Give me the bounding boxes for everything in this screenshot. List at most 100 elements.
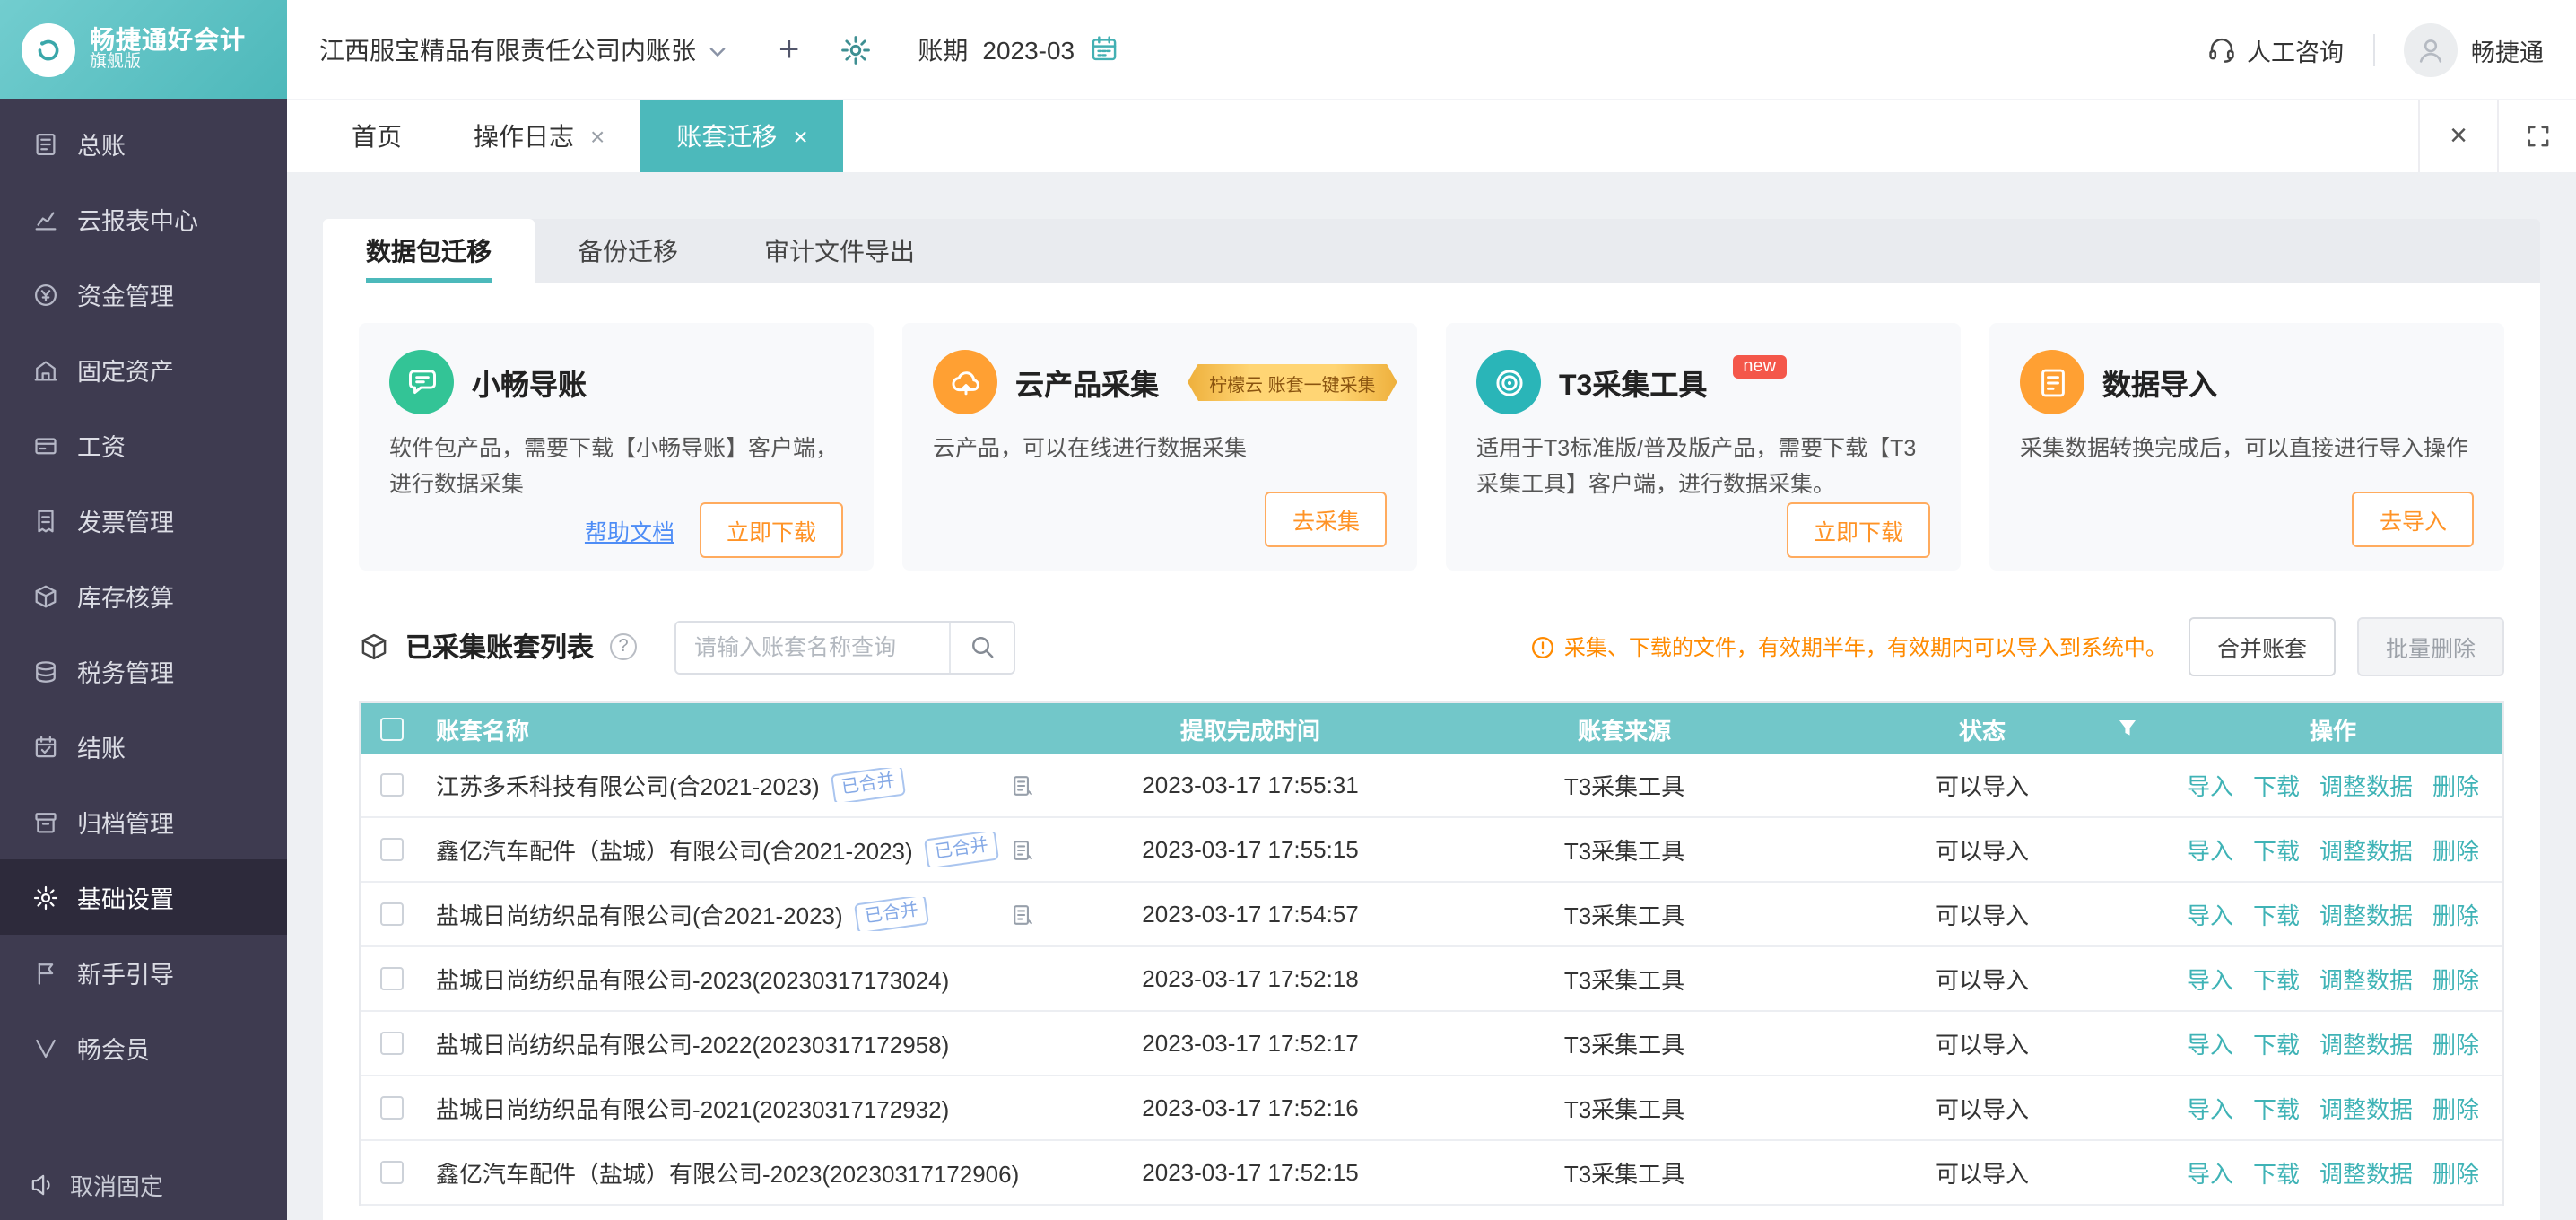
- adjust-data-link[interactable]: 调整数据: [2319, 832, 2413, 867]
- main-content: 数据包迁移 备份迁移 审计文件导出 小畅导账 软件包产品，需要下载【小畅导账】客…: [287, 172, 2576, 1220]
- row-checkbox[interactable]: [379, 773, 403, 797]
- row-checkbox[interactable]: [379, 1096, 403, 1120]
- sidebar-item-tax[interactable]: 税务管理: [0, 633, 287, 709]
- import-link[interactable]: 导入: [2187, 962, 2233, 996]
- tab-data-package-migration[interactable]: 数据包迁移: [323, 219, 535, 283]
- adjust-data-link[interactable]: 调整数据: [2319, 1026, 2413, 1060]
- tab-backup-migration[interactable]: 备份迁移: [535, 219, 721, 283]
- row-checkbox[interactable]: [379, 1032, 403, 1055]
- headset-icon: [2206, 34, 2236, 65]
- tab-operation-log[interactable]: 操作日志 ×: [438, 100, 640, 172]
- download-link[interactable]: 下载: [2253, 897, 2300, 931]
- download-now-button[interactable]: 立即下载: [699, 502, 843, 558]
- card-description: 软件包产品，需要下载【小畅导账】客户端，进行数据采集: [389, 436, 839, 497]
- sidebar-item-closing[interactable]: 结账: [0, 709, 287, 784]
- sidebar-item-label: 归档管理: [77, 811, 174, 838]
- download-link[interactable]: 下载: [2253, 1091, 2300, 1125]
- adjust-data-link[interactable]: 调整数据: [2319, 1091, 2413, 1125]
- file-detail-icon[interactable]: [1010, 772, 1035, 797]
- delete-link[interactable]: 删除: [2432, 1091, 2479, 1125]
- sidebar-item-label: 云报表中心: [77, 208, 198, 235]
- unpin-sidebar-button[interactable]: 取消固定: [0, 1148, 287, 1220]
- status-text: 可以导入: [1935, 1032, 2029, 1059]
- table-row: 江苏多禾科技有限公司(合2021-2023) 已合并 2023-03-17 17…: [361, 754, 2502, 818]
- file-detail-icon[interactable]: [1010, 837, 1035, 862]
- company-selector[interactable]: 江西服宝精品有限责任公司内账张: [319, 31, 728, 67]
- import-link[interactable]: 导入: [2187, 832, 2233, 867]
- edition-badge: 旗舰版: [90, 52, 142, 73]
- adjust-data-link[interactable]: 调整数据: [2319, 1155, 2413, 1190]
- go-import-button[interactable]: 去导入: [2352, 492, 2474, 547]
- table-row: 鑫亿汽车配件（盐城）有限公司(合2021-2023) 已合并 2023-03-1…: [361, 818, 2502, 883]
- import-link[interactable]: 导入: [2187, 768, 2233, 802]
- download-now-button[interactable]: 立即下载: [1786, 502, 1930, 558]
- close-icon[interactable]: ×: [793, 124, 807, 149]
- period-value[interactable]: 2023-03: [982, 35, 1075, 64]
- delete-link[interactable]: 删除: [2432, 1155, 2479, 1190]
- divider: [2372, 33, 2374, 65]
- sidebar-item-basic-settings[interactable]: 基础设置: [0, 859, 287, 935]
- unpin-icon: [29, 1171, 56, 1198]
- chevron-down-icon: [707, 40, 728, 62]
- sidebar-item-cloud-reports[interactable]: 云报表中心: [0, 181, 287, 257]
- merged-stamp: 已合并: [923, 832, 999, 867]
- tab-audit-file-export[interactable]: 审计文件导出: [721, 219, 958, 283]
- sidebar-item-archive[interactable]: 归档管理: [0, 784, 287, 859]
- gear-icon[interactable]: [839, 33, 871, 65]
- download-link[interactable]: 下载: [2253, 768, 2300, 802]
- adjust-data-link[interactable]: 调整数据: [2319, 897, 2413, 931]
- adjust-data-link[interactable]: 调整数据: [2319, 768, 2413, 802]
- calendar-icon[interactable]: [1089, 34, 1119, 65]
- delete-link[interactable]: 删除: [2432, 768, 2479, 802]
- merge-account-sets-button[interactable]: 合并账套: [2188, 617, 2336, 676]
- filter-icon[interactable]: [2117, 718, 2138, 739]
- help-doc-link[interactable]: 帮助文档: [585, 513, 674, 547]
- download-link[interactable]: 下载: [2253, 962, 2300, 996]
- support-label: 人工咨询: [2247, 39, 2344, 65]
- unpin-label: 取消固定: [70, 1172, 164, 1199]
- cloud-upload-icon: [933, 350, 997, 414]
- delete-link[interactable]: 删除: [2432, 897, 2479, 931]
- tab-account-migration[interactable]: 账套迁移 ×: [640, 100, 844, 172]
- delete-link[interactable]: 删除: [2432, 962, 2479, 996]
- help-icon[interactable]: ?: [610, 633, 638, 660]
- search-button[interactable]: [949, 622, 1014, 672]
- row-checkbox[interactable]: [379, 1161, 403, 1184]
- fullscreen-icon[interactable]: [2497, 100, 2576, 172]
- download-link[interactable]: 下载: [2253, 1155, 2300, 1190]
- add-button[interactable]: +: [779, 31, 799, 67]
- adjust-data-link[interactable]: 调整数据: [2319, 962, 2413, 996]
- sidebar-item-label: 基础设置: [77, 886, 174, 913]
- sidebar-item-salary[interactable]: 工资: [0, 407, 287, 483]
- user-menu[interactable]: 畅捷通: [2403, 22, 2544, 76]
- delete-link[interactable]: 删除: [2432, 1026, 2479, 1060]
- tab-home[interactable]: 首页: [316, 100, 438, 172]
- close-icon[interactable]: ×: [590, 124, 605, 149]
- file-detail-icon[interactable]: [1010, 902, 1035, 927]
- row-checkbox[interactable]: [379, 838, 403, 861]
- row-checkbox[interactable]: [379, 902, 403, 926]
- download-link[interactable]: 下载: [2253, 1026, 2300, 1060]
- list-title: 已采集账套列表: [405, 633, 595, 664]
- import-link[interactable]: 导入: [2187, 1155, 2233, 1190]
- download-link[interactable]: 下载: [2253, 832, 2300, 867]
- support-button[interactable]: 人工咨询: [2206, 31, 2344, 67]
- close-all-icon[interactable]: ×: [2418, 100, 2497, 172]
- row-checkbox[interactable]: [379, 967, 403, 990]
- go-collect-button[interactable]: 去采集: [1265, 492, 1387, 547]
- sidebar-item-beginner-guide[interactable]: 新手引导: [0, 935, 287, 1010]
- import-link[interactable]: 导入: [2187, 1026, 2233, 1060]
- extract-time: 2023-03-17 17:54:57: [1142, 901, 1359, 928]
- search-input[interactable]: [676, 622, 950, 672]
- select-all-checkbox[interactable]: [379, 717, 403, 740]
- sidebar-item-fixed-assets[interactable]: 固定资产: [0, 332, 287, 407]
- batch-delete-button[interactable]: 批量删除: [2356, 617, 2504, 676]
- sidebar-item-general-ledger[interactable]: 总账: [0, 106, 287, 181]
- sidebar-item-funds[interactable]: 资金管理: [0, 257, 287, 332]
- sidebar-item-invoices[interactable]: 发票管理: [0, 483, 287, 558]
- import-link[interactable]: 导入: [2187, 1091, 2233, 1125]
- sidebar-item-inventory[interactable]: 库存核算: [0, 558, 287, 633]
- import-link[interactable]: 导入: [2187, 897, 2233, 931]
- delete-link[interactable]: 删除: [2432, 832, 2479, 867]
- sidebar-item-membership[interactable]: 畅会员: [0, 1010, 287, 1085]
